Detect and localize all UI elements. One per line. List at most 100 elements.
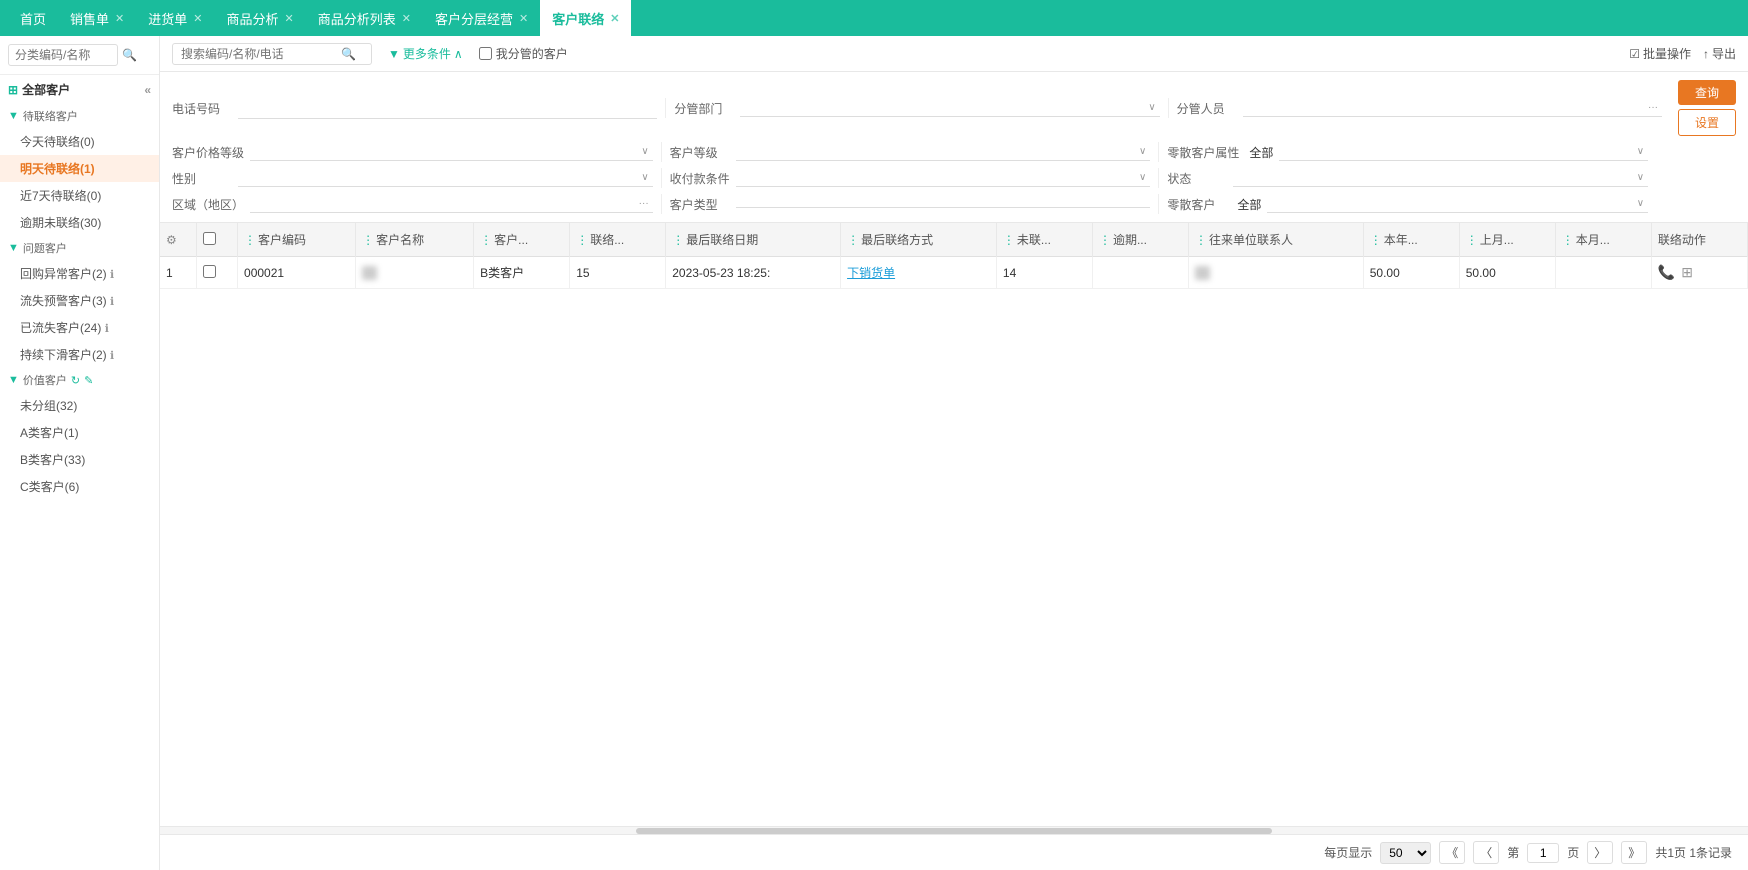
first-page-btn[interactable]: 《: [1439, 841, 1465, 864]
col-name[interactable]: ⋮客户名称: [356, 223, 474, 257]
nav-home[interactable]: 首页: [8, 0, 58, 36]
filter-gender-select[interactable]: ∨: [238, 169, 653, 187]
scrollbar-thumb[interactable]: [636, 828, 1271, 834]
refresh-icon[interactable]: ↻: [71, 374, 80, 387]
sidebar-item-ungrouped[interactable]: 未分组(32): [0, 392, 159, 419]
filter-person-label: 分管人员: [1177, 100, 1237, 117]
filter-area-label: 区域（地区）: [172, 196, 244, 213]
cell-unit-contact: Ea: [1188, 257, 1363, 289]
filter-status-select[interactable]: ∨: [1233, 169, 1648, 187]
cell-type: B类客户: [474, 257, 570, 289]
dots-icon[interactable]: ···: [639, 198, 649, 209]
search-icon[interactable]: 🔍: [341, 47, 356, 61]
filter-person-select[interactable]: ···: [1243, 99, 1662, 117]
sidebar-item-churn-warn[interactable]: 流失预警客户(3) ℹ: [0, 287, 159, 314]
filter-status: 状态 ∨: [1167, 169, 1648, 187]
nav-purchase[interactable]: 进货单✕: [136, 0, 214, 36]
filter-retail-attr-select[interactable]: ∨: [1279, 143, 1648, 161]
filter-more-btn[interactable]: ▼ 更多条件 ∧: [380, 42, 471, 65]
sidebar-search-input[interactable]: [8, 44, 118, 66]
filter-retail-customer-select[interactable]: ∨: [1267, 195, 1648, 213]
col-settings[interactable]: ⚙: [160, 223, 197, 257]
col-this-month[interactable]: ⋮本月...: [1555, 223, 1651, 257]
call-icon[interactable]: 📞: [1658, 264, 1675, 281]
menu-icon[interactable]: ⊞: [1681, 264, 1693, 281]
filter-retail-attr-label: 零散客户属性: [1167, 144, 1239, 161]
sidebar-item-a-class[interactable]: A类客户(1): [0, 419, 159, 446]
col-last-month[interactable]: ⋮上月...: [1459, 223, 1555, 257]
sidebar-item-today[interactable]: 今天待联络(0): [0, 128, 159, 155]
query-button[interactable]: 查询: [1678, 80, 1736, 105]
close-icon[interactable]: ✕: [610, 12, 619, 25]
gear-icon[interactable]: ⚙: [166, 233, 177, 247]
col-action: 联络动作: [1651, 223, 1747, 257]
sidebar-group-problem[interactable]: ▼ 问题客户: [0, 236, 159, 260]
nav-product-analysis-list[interactable]: 商品分析列表✕: [306, 0, 423, 36]
batch-op-btn[interactable]: ☑ 批量操作: [1629, 45, 1691, 62]
filter-row-4: 区域（地区） ··· 客户类型 零散客户 全部: [172, 194, 1736, 214]
settings-button[interactable]: 设置: [1678, 109, 1736, 136]
search-input[interactable]: [181, 47, 341, 61]
filter-payment-select[interactable]: ∨: [736, 169, 1151, 187]
col-type[interactable]: ⋮客户...: [474, 223, 570, 257]
nav-sales[interactable]: 销售单✕: [58, 0, 136, 36]
filter-area-select[interactable]: ···: [250, 195, 653, 213]
prev-page-btn[interactable]: 〈: [1473, 841, 1499, 864]
filter-customer-type-select[interactable]: [736, 201, 1151, 208]
col-code[interactable]: ⋮客户编码: [238, 223, 356, 257]
sidebar-item-tomorrow[interactable]: 明天待联络(1): [0, 155, 159, 182]
sidebar-item-declining[interactable]: 持续下滑客户(2) ℹ: [0, 341, 159, 368]
close-icon[interactable]: ✕: [519, 12, 528, 25]
toolbar-search-box: 🔍: [172, 43, 372, 65]
export-btn[interactable]: ↑ 导出: [1703, 45, 1736, 62]
filter-level-select[interactable]: ∨: [736, 143, 1151, 161]
col-contacts[interactable]: ⋮联络...: [570, 223, 666, 257]
last-page-btn[interactable]: 》: [1621, 841, 1647, 864]
row-checkbox[interactable]: [203, 265, 216, 278]
col-this-year[interactable]: ⋮本年...: [1363, 223, 1459, 257]
sidebar-search-icon[interactable]: 🔍: [122, 48, 137, 62]
edit-icon[interactable]: ✎: [84, 374, 93, 387]
sidebar-all-customers[interactable]: ⊞ 全部客户 «: [0, 75, 159, 104]
sidebar-item-c-class[interactable]: C类客户(6): [0, 473, 159, 500]
next-page-btn[interactable]: 〉: [1587, 841, 1613, 864]
select-all-checkbox[interactable]: [203, 232, 216, 245]
table-row: 1 000021 Ea B类客户 15 2023-05-23 18:25: 下销…: [160, 257, 1748, 289]
nav-product-analysis[interactable]: 商品分析✕: [214, 0, 305, 36]
col-checkbox[interactable]: [197, 223, 238, 257]
cell-overdue: [1092, 257, 1188, 289]
col-unit-contact[interactable]: ⋮往来单位联系人: [1188, 223, 1363, 257]
col-uncontacted[interactable]: ⋮未联...: [996, 223, 1092, 257]
nav-customer-contact[interactable]: 客户联络✕: [540, 0, 631, 36]
horizontal-scrollbar[interactable]: [160, 826, 1748, 834]
cell-checkbox[interactable]: [197, 257, 238, 289]
filter-price-select[interactable]: ∨: [250, 143, 653, 161]
col-overdue[interactable]: ⋮逾期...: [1092, 223, 1188, 257]
col-last-way[interactable]: ⋮最后联络方式: [841, 223, 997, 257]
filter-dept-label: 分管部门: [674, 100, 734, 117]
cell-last-way[interactable]: 下销货单: [841, 257, 997, 289]
close-icon[interactable]: ✕: [402, 12, 411, 25]
dots-icon[interactable]: ···: [1648, 102, 1658, 113]
cell-no: 1: [160, 257, 197, 289]
my-customers-checkbox[interactable]: [479, 47, 492, 60]
close-icon[interactable]: ✕: [285, 12, 294, 25]
col-last-date[interactable]: ⋮最后联络日期: [666, 223, 841, 257]
sidebar-group-pending[interactable]: ▼ 待联络客户: [0, 104, 159, 128]
filter-phone-input[interactable]: [238, 98, 657, 119]
filter-panel: 电话号码 分管部门 ∨ 分管人员 ···: [160, 72, 1748, 223]
sidebar-group-value[interactable]: ▼ 价值客户 ↻ ✎: [0, 368, 159, 392]
close-icon[interactable]: ✕: [115, 12, 124, 25]
filter-dept-select[interactable]: ∨: [740, 99, 1159, 117]
last-contact-way-link[interactable]: 下销货单: [847, 266, 895, 280]
sidebar-item-7days[interactable]: 近7天待联络(0): [0, 182, 159, 209]
nav-customer-segment[interactable]: 客户分层经营✕: [423, 0, 540, 36]
close-icon[interactable]: ✕: [193, 12, 202, 25]
page-size-select[interactable]: 50 100 200: [1380, 842, 1431, 864]
page-number-input[interactable]: [1527, 843, 1559, 863]
my-customers-checkbox-label[interactable]: 我分管的客户: [479, 45, 568, 62]
sidebar-item-b-class[interactable]: B类客户(33): [0, 446, 159, 473]
sidebar-item-overdue[interactable]: 逾期未联络(30): [0, 209, 159, 236]
sidebar-item-churned[interactable]: 已流失客户(24) ℹ: [0, 314, 159, 341]
sidebar-item-repurchase[interactable]: 回购异常客户(2) ℹ: [0, 260, 159, 287]
